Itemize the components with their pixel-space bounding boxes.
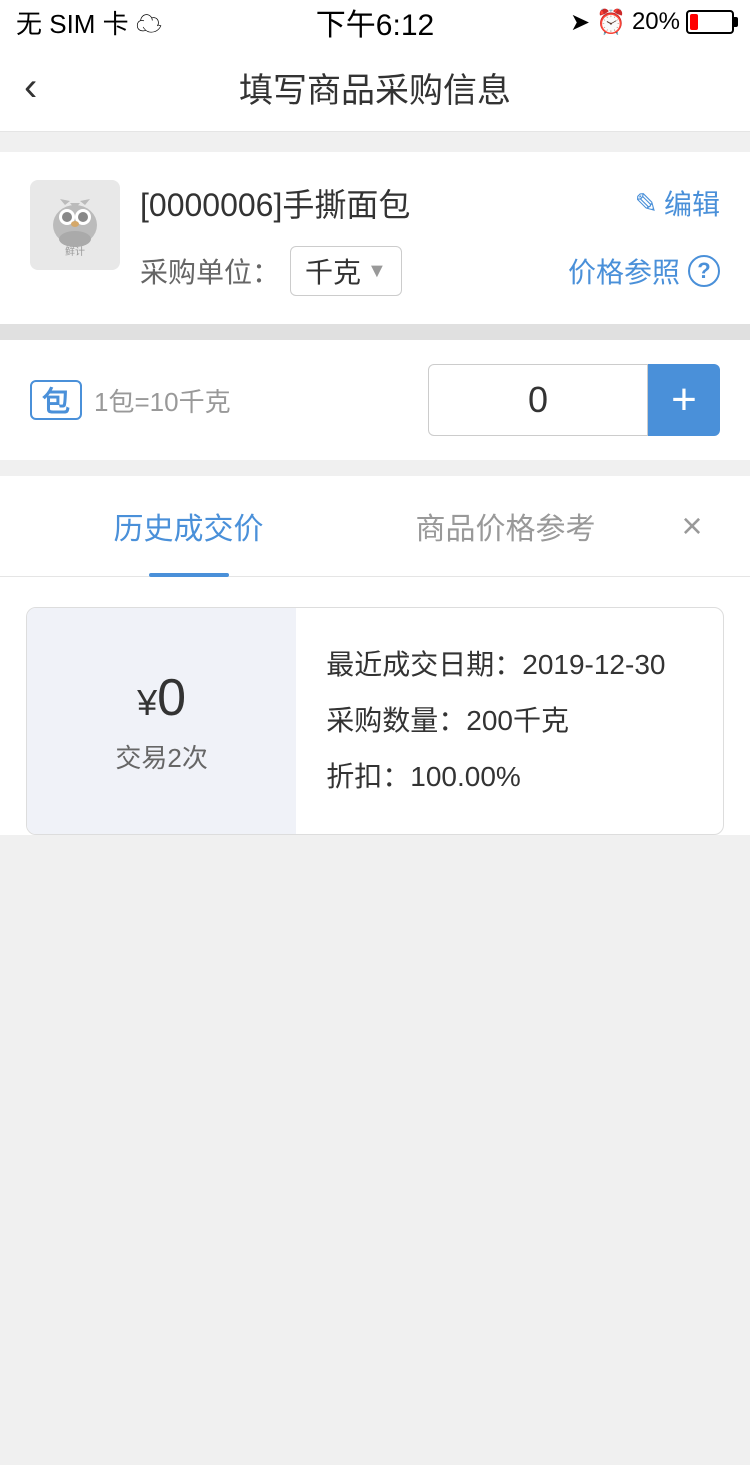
quantity-input-area: + (428, 364, 720, 436)
price-transactions: 交易2次 (115, 738, 207, 775)
currency-symbol: ¥ (137, 682, 157, 723)
unit-selector-group: 采购单位： 千克 ▼ (140, 246, 402, 296)
product-card: 鲜计 [0000006]手撕面包 ✎ 编辑 采购单位： 千克 ▼ (0, 152, 750, 324)
edit-button[interactable]: ✎ 编辑 (635, 183, 720, 223)
price-amount: ¥0 (137, 668, 186, 728)
price-reference-button[interactable]: 价格参照 ? (568, 251, 720, 291)
product-top-row: 鲜计 [0000006]手撕面包 ✎ 编辑 采购单位： 千克 ▼ (30, 180, 720, 296)
status-right: ➤ ⏰ 20% (570, 8, 734, 37)
unit-conversion-text: 1包=10千克 (94, 382, 231, 419)
product-thumbnail: 鲜计 (30, 180, 120, 270)
unit-box-label: 包 (30, 380, 82, 420)
edit-icon: ✎ (635, 187, 658, 220)
tabs-panel: 历史成交价 商品价格参考 × ¥0 交易2次 最近成交日期：2019-12-30… (0, 476, 750, 835)
section-divider (0, 324, 750, 340)
location-icon: ➤ (570, 8, 590, 37)
status-time: 下午6:12 (316, 0, 434, 44)
page-title: 填写商品采购信息 (239, 63, 511, 112)
sim-label: 无 SIM 卡 ☁ (16, 4, 162, 41)
battery-icon (686, 10, 734, 34)
main-background (0, 865, 750, 1465)
unit-info: 包 1包=10千克 (30, 380, 231, 420)
unit-select-dropdown[interactable]: 千克 ▼ (290, 246, 402, 296)
battery-percent: 20% (632, 8, 680, 36)
tab-product-price-ref[interactable]: 商品价格参考 (347, 476, 664, 576)
status-bar: 无 SIM 卡 ☁ 下午6:12 ➤ ⏰ 20% (0, 0, 750, 44)
price-card: ¥0 交易2次 最近成交日期：2019-12-30 采购数量：200千克 折扣：… (26, 607, 724, 835)
plus-button[interactable]: + (648, 364, 720, 436)
product-details: [0000006]手撕面包 ✎ 编辑 采购单位： 千克 ▼ 价格参照 ? (140, 180, 720, 296)
discount-row: 折扣：100.00% (326, 756, 693, 798)
dropdown-arrow-icon: ▼ (367, 260, 387, 283)
status-left: 无 SIM 卡 ☁ (16, 4, 162, 41)
price-right-panel: 最近成交日期：2019-12-30 采购数量：200千克 折扣：100.00% (296, 608, 723, 834)
tab-close-button[interactable]: × (664, 498, 720, 554)
quantity-input[interactable] (428, 364, 648, 436)
svg-text:鲜计: 鲜计 (65, 245, 85, 257)
product-unit-row: 采购单位： 千克 ▼ 价格参照 ? (140, 246, 720, 296)
help-circle-icon: ? (688, 255, 720, 287)
unit-label: 采购单位： (140, 251, 280, 291)
back-button[interactable]: ‹ (24, 65, 37, 110)
product-name: [0000006]手撕面包 (140, 180, 410, 226)
quantity-row: 包 1包=10千克 + (0, 340, 750, 460)
price-left-panel: ¥0 交易2次 (27, 608, 296, 834)
page-header: ‹ 填写商品采购信息 (0, 44, 750, 132)
product-name-row: [0000006]手撕面包 ✎ 编辑 (140, 180, 720, 226)
tabs-header: 历史成交价 商品价格参考 × (0, 476, 750, 577)
alarm-icon: ⏰ (596, 8, 626, 37)
purchase-qty-row: 采购数量：200千克 (326, 700, 693, 742)
tab-history-price[interactable]: 历史成交价 (30, 476, 347, 576)
product-image-icon: 鲜计 (40, 187, 110, 264)
recent-date-row: 最近成交日期：2019-12-30 (326, 644, 693, 686)
